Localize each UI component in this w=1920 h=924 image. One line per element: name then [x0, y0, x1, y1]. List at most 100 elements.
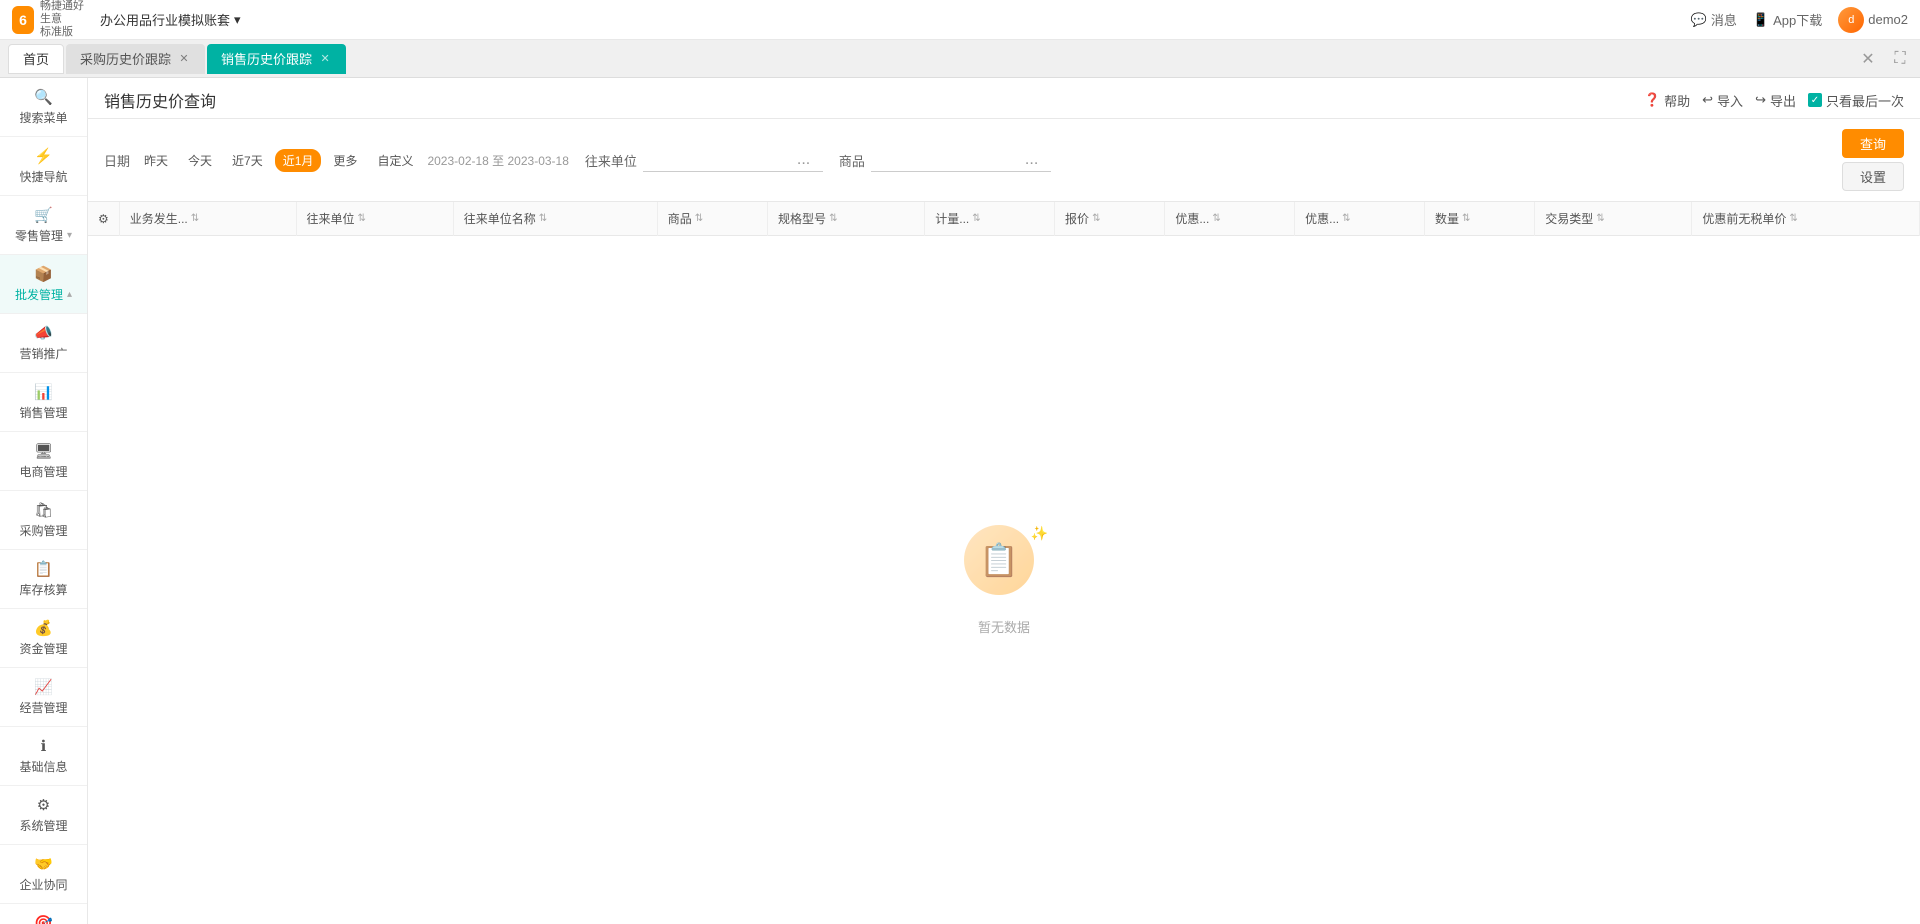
retail-icon: 🛒	[34, 206, 53, 224]
sort-icon-discount1: ⇅	[1212, 213, 1220, 224]
partner-dots-btn[interactable]: ...	[797, 151, 810, 169]
avatar: d	[1838, 7, 1864, 33]
data-table: ⚙ 业务发生... ⇅ 往来单位 ⇅	[88, 202, 1920, 236]
table-col-discount1[interactable]: 优惠... ⇅	[1165, 202, 1295, 236]
sort-icon-partner-name: ⇅	[539, 213, 547, 224]
top-header: 6 畅捷通好生意 标准版 办公用品行业模拟账套 ▾ 💬 消息 📱 App下载 d…	[0, 0, 1920, 40]
user-action[interactable]: d demo2	[1838, 7, 1908, 33]
sidebar-item-purchase[interactable]: 🛍 采购管理	[0, 491, 87, 550]
sales-icon: 📊	[34, 383, 53, 401]
sidebar-item-retail[interactable]: 🛒 零售管理 ▾	[0, 196, 87, 255]
table-col-partner-name[interactable]: 往来单位名称 ⇅	[453, 202, 657, 236]
help-icon: ❓	[1644, 92, 1660, 108]
sidebar-item-inventory[interactable]: 📋 库存核算	[0, 550, 87, 609]
tab-home[interactable]: 首页	[8, 44, 64, 74]
sort-icon-spec: ⇅	[829, 213, 837, 224]
sidebar-item-marketing[interactable]: 📣 营销推广	[0, 314, 87, 373]
enterprise-icon: 🤝	[34, 855, 53, 873]
help-btn[interactable]: ❓ 帮助	[1644, 91, 1690, 110]
lightning-icon: ⚡	[34, 147, 53, 165]
table-col-quantity[interactable]: 数量 ⇅	[1424, 202, 1534, 236]
sort-icon-pretax-price: ⇅	[1789, 213, 1797, 224]
table-col-biz-date[interactable]: 业务发生... ⇅	[119, 202, 296, 236]
table-col-trade-type[interactable]: 交易类型 ⇅	[1535, 202, 1692, 236]
workspace-selector[interactable]: 办公用品行业模拟账套 ▾	[100, 10, 241, 29]
sidebar-item-search[interactable]: 🔍 搜索菜单	[0, 78, 87, 137]
tab-close-sales[interactable]: ✕	[318, 52, 332, 66]
purchase-icon: 🛍	[34, 501, 53, 519]
sidebar-item-guide[interactable]: 🎯 新手引导	[0, 904, 87, 924]
sidebar-item-operations[interactable]: 📈 经营管理	[0, 668, 87, 727]
settings-button[interactable]: 设置	[1842, 162, 1904, 191]
ecommerce-icon: 🖥	[34, 442, 53, 460]
goods-label: 商品	[839, 151, 865, 170]
query-button[interactable]: 查询	[1842, 129, 1904, 158]
gear-icon: ⚙	[37, 796, 50, 814]
message-action[interactable]: 💬 消息	[1691, 10, 1737, 29]
expand-window-btn[interactable]: ⛶	[1888, 47, 1912, 71]
date-range-text: 2023-02-18 至 2023-03-18	[427, 152, 568, 169]
sidebar-item-system[interactable]: ⚙ 系统管理	[0, 786, 87, 845]
table-col-unit[interactable]: 计量... ⇅	[925, 202, 1055, 236]
header-right: 💬 消息 📱 App下载 d demo2	[1691, 7, 1908, 33]
date-btn-7days[interactable]: 近7天	[224, 149, 271, 172]
table-col-partner-code[interactable]: 往来单位 ⇅	[296, 202, 453, 236]
date-btn-custom[interactable]: 自定义	[369, 149, 421, 172]
date-btn-today[interactable]: 今天	[180, 149, 220, 172]
sort-icon-partner-code: ⇅	[358, 213, 366, 224]
goods-filter-group: 商品 ...	[839, 149, 1051, 172]
date-btn-1month[interactable]: 近1月	[275, 149, 322, 172]
sort-icon-trade-type: ⇅	[1596, 213, 1604, 224]
close-window-btn[interactable]: ✕	[1856, 47, 1880, 71]
date-label: 日期	[104, 151, 130, 170]
date-btn-yesterday[interactable]: 昨天	[136, 149, 176, 172]
table-col-spec[interactable]: 规格型号 ⇅	[768, 202, 925, 236]
sidebar-item-basic-info[interactable]: ℹ 基础信息	[0, 727, 87, 786]
table-col-discount2[interactable]: 优惠... ⇅	[1295, 202, 1425, 236]
filter-action-group: 查询 设置	[1842, 129, 1904, 191]
sidebar-item-quick-nav[interactable]: ⚡ 快捷导航	[0, 137, 87, 196]
goods-input-wrap: ...	[871, 149, 1051, 172]
import-btn[interactable]: ↩ 导入	[1702, 91, 1743, 110]
sidebar-item-ecommerce[interactable]: 🖥 电商管理	[0, 432, 87, 491]
message-icon: 💬	[1691, 12, 1707, 28]
info-icon: ℹ	[41, 737, 47, 755]
main-layout: 🔍 搜索菜单 ⚡ 快捷导航 🛒 零售管理 ▾ 📦 批发管理 ▴ 📣 营销推广	[0, 78, 1920, 924]
tab-sales-history[interactable]: 销售历史价跟踪 ✕	[207, 44, 346, 74]
date-btn-more[interactable]: 更多	[325, 149, 365, 172]
empty-state: 📋 ✨ 暂无数据	[88, 236, 1920, 924]
sidebar: 🔍 搜索菜单 ⚡ 快捷导航 🛒 零售管理 ▾ 📦 批发管理 ▴ 📣 营销推广	[0, 78, 88, 924]
table-col-pretax-price[interactable]: 优惠前无税单价 ⇅	[1692, 202, 1920, 236]
empty-icon: 📋	[964, 525, 1034, 595]
tab-close-purchase[interactable]: ✕	[177, 52, 191, 66]
sidebar-item-enterprise[interactable]: 🤝 企业协同	[0, 845, 87, 904]
sidebar-item-finance[interactable]: 💰 资金管理	[0, 609, 87, 668]
download-action[interactable]: 📱 App下载	[1753, 10, 1822, 29]
sort-icon-quantity: ⇅	[1462, 213, 1470, 224]
chevron-down-icon: ▾	[67, 230, 72, 241]
guide-icon: 🎯	[34, 914, 53, 924]
only-last-checkbox[interactable]: ✓	[1808, 93, 1822, 107]
sidebar-item-wholesale[interactable]: 📦 批发管理 ▴	[0, 255, 87, 314]
sort-icon-discount2: ⇅	[1342, 213, 1350, 224]
goods-dots-btn[interactable]: ...	[1025, 151, 1038, 169]
only-last-checkbox-label[interactable]: ✓ 只看最后一次	[1808, 91, 1904, 110]
header-left: 6 畅捷通好生意 标准版 办公用品行业模拟账套 ▾	[12, 0, 241, 39]
tab-purchase-history[interactable]: 采购历史价跟踪 ✕	[66, 44, 205, 74]
date-options: 昨天 今天 近7天 近1月 更多 自定义	[136, 149, 421, 172]
sparkle-icon: ✨	[1031, 525, 1048, 542]
goods-input[interactable]	[875, 152, 1025, 167]
finance-icon: 💰	[34, 619, 53, 637]
export-btn[interactable]: ↪ 导出	[1755, 91, 1796, 110]
chevron-down-icon: ▾	[234, 12, 241, 28]
table-area: ⚙ 业务发生... ⇅ 往来单位 ⇅	[88, 202, 1920, 924]
partner-input-wrap: ...	[643, 149, 823, 172]
table-col-goods[interactable]: 商品 ⇅	[657, 202, 767, 236]
table-col-settings[interactable]: ⚙	[88, 202, 119, 236]
partner-input[interactable]	[647, 152, 797, 167]
marketing-icon: 📣	[34, 324, 53, 342]
sidebar-item-sales[interactable]: 📊 销售管理	[0, 373, 87, 432]
logo-area: 6 畅捷通好生意 标准版	[12, 0, 92, 39]
table-col-quote[interactable]: 报价 ⇅	[1055, 202, 1165, 236]
sort-icon-unit: ⇅	[972, 213, 980, 224]
